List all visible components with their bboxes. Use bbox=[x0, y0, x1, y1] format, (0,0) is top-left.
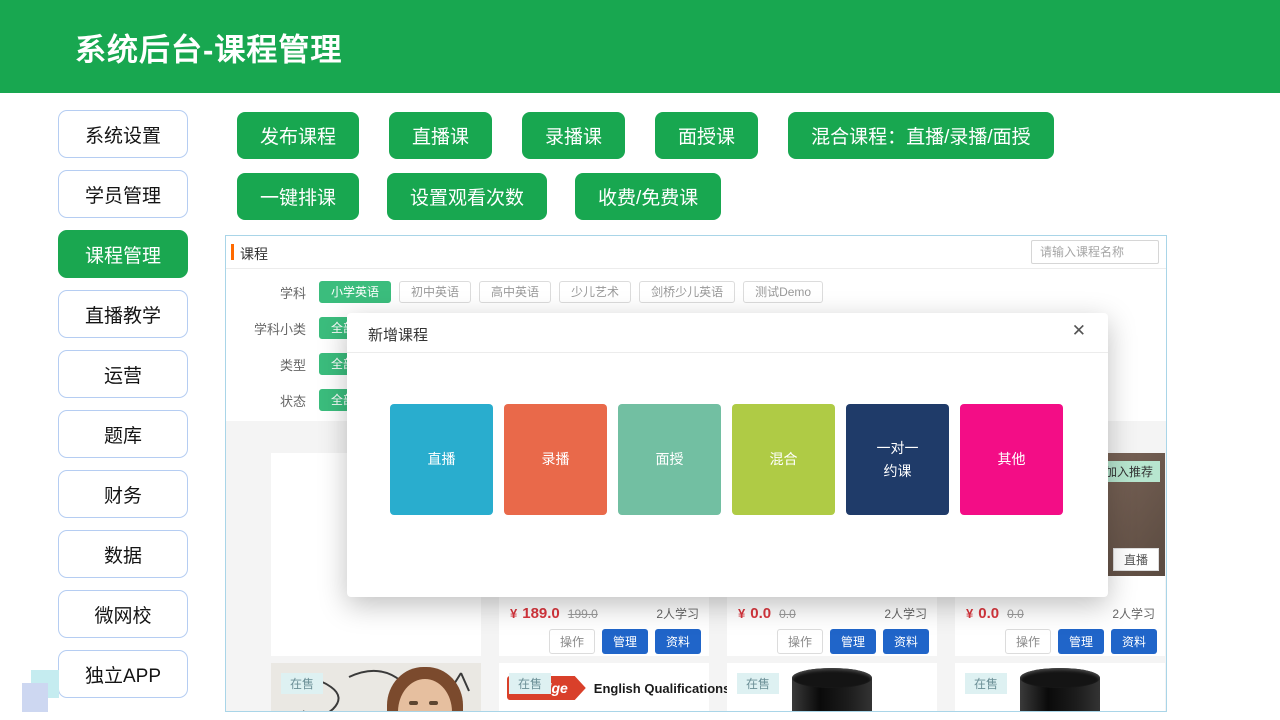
sidebar-item-question-bank[interactable]: 题库 bbox=[58, 410, 188, 458]
filter-status-label: 状态 bbox=[226, 391, 306, 410]
sidebar-item-student-management[interactable]: 学员管理 bbox=[58, 170, 188, 218]
course-search-input[interactable] bbox=[1031, 240, 1159, 264]
publish-course-button[interactable]: 发布课程 bbox=[237, 112, 359, 159]
price-row: ¥ 189.0 199.0 2人学习 bbox=[510, 605, 699, 622]
filter-tag-primary-english[interactable]: 小学英语 bbox=[319, 281, 391, 303]
sidebar-item-micro-school[interactable]: 微网校 bbox=[58, 590, 188, 638]
paid-free-course-button[interactable]: 收费/免费课 bbox=[575, 173, 721, 220]
course-price: 189.0 bbox=[522, 605, 560, 622]
filter-tag-test-demo[interactable]: 测试Demo bbox=[743, 281, 823, 303]
filter-tag-junior-english[interactable]: 初中英语 bbox=[399, 281, 471, 303]
eye-graphic bbox=[429, 701, 438, 705]
corner-decoration bbox=[22, 670, 64, 715]
manage-button[interactable]: 管理 bbox=[1058, 629, 1104, 654]
page-title: 系统后台-课程管理 bbox=[75, 24, 342, 69]
course-type-cards: 直播 录播 面授 混合 一对一 约课 其他 bbox=[390, 404, 1063, 515]
course-original-price: 0.0 bbox=[779, 607, 796, 621]
course-type-mixed[interactable]: 混合 bbox=[732, 404, 835, 515]
students-count: 2人学习 bbox=[1112, 605, 1155, 622]
sidebar-item-course-management[interactable]: 课程管理 bbox=[58, 230, 188, 278]
on-sale-badge: 在售 bbox=[509, 673, 551, 694]
live-course-button[interactable]: 直播课 bbox=[389, 112, 492, 159]
page: 系统后台-课程管理 系统设置 学员管理 课程管理 直播教学 运营 题库 财务 数… bbox=[0, 0, 1280, 720]
manage-button[interactable]: 管理 bbox=[830, 629, 876, 654]
sidebar-item-finance[interactable]: 财务 bbox=[58, 470, 188, 518]
material-button[interactable]: 资料 bbox=[883, 629, 929, 654]
operate-button[interactable]: 操作 bbox=[777, 629, 823, 654]
mixed-course-button[interactable]: 混合课程：直播/录播/面授 bbox=[788, 112, 1054, 159]
course-original-price: 0.0 bbox=[1007, 607, 1024, 621]
modal-title: 新增课程 bbox=[368, 324, 428, 345]
course-panel-title: 课程 bbox=[240, 244, 268, 264]
card-actions: 操作 管理 资料 bbox=[1005, 629, 1157, 654]
accent-bar bbox=[231, 244, 234, 260]
material-button[interactable]: 资料 bbox=[655, 629, 701, 654]
cylinder-top-graphic bbox=[792, 668, 872, 688]
course-price: 0.0 bbox=[978, 605, 999, 622]
eye-graphic bbox=[409, 701, 418, 705]
filter-tag-senior-english[interactable]: 高中英语 bbox=[479, 281, 551, 303]
on-sale-badge: 在售 bbox=[965, 673, 1007, 694]
quick-actions-row1: 发布课程 直播课 录播课 面授课 混合课程：直播/录播/面授 bbox=[237, 112, 1054, 159]
live-type-badge: 直播 bbox=[1113, 548, 1159, 571]
cylinder-top-graphic bbox=[1020, 668, 1100, 688]
modal-header: 新增课程 ✕ bbox=[347, 313, 1108, 353]
decoration-square-blue bbox=[22, 683, 48, 712]
price-row: ¥ 0.0 0.0 2人学习 bbox=[966, 605, 1155, 622]
operate-button[interactable]: 操作 bbox=[1005, 629, 1051, 654]
product-photo bbox=[792, 668, 872, 712]
filter-subject: 学科 小学英语 初中英语 高中英语 少儿艺术 剑桥少儿英语 测试Demo bbox=[226, 281, 1166, 303]
course-type-other[interactable]: 其他 bbox=[960, 404, 1063, 515]
currency-symbol: ¥ bbox=[966, 606, 973, 621]
one-click-schedule-button[interactable]: 一键排课 bbox=[237, 173, 359, 220]
page-header: 系统后台-课程管理 bbox=[0, 0, 1280, 93]
product-photo bbox=[1020, 668, 1100, 712]
close-icon[interactable]: ✕ bbox=[1072, 321, 1086, 341]
filter-subcategory-label: 学科小类 bbox=[226, 319, 306, 338]
course-type-offline[interactable]: 面授 bbox=[618, 404, 721, 515]
course-type-recorded[interactable]: 录播 bbox=[504, 404, 607, 515]
add-course-modal: 新增课程 ✕ 直播 录播 面授 混合 一对一 约课 其他 bbox=[347, 313, 1108, 597]
filter-tag-cambridge-kids-english[interactable]: 剑桥少儿英语 bbox=[639, 281, 735, 303]
on-sale-badge: 在售 bbox=[281, 673, 323, 694]
price-row: ¥ 0.0 0.0 2人学习 bbox=[738, 605, 927, 622]
filter-subject-label: 学科 bbox=[226, 283, 306, 302]
course-original-price: 199.0 bbox=[568, 607, 598, 621]
card-actions: 操作 管理 资料 bbox=[549, 629, 701, 654]
course-card[interactable]: 在售 bbox=[727, 663, 937, 712]
sidebar: 系统设置 学员管理 课程管理 直播教学 运营 题库 财务 数据 微网校 独立AP… bbox=[58, 110, 188, 698]
currency-symbol: ¥ bbox=[738, 606, 745, 621]
sidebar-item-operations[interactable]: 运营 bbox=[58, 350, 188, 398]
course-card[interactable]: 在售 bbox=[955, 663, 1165, 712]
filter-tag-kids-art[interactable]: 少儿艺术 bbox=[559, 281, 631, 303]
sidebar-item-data[interactable]: 数据 bbox=[58, 530, 188, 578]
course-type-one-on-one[interactable]: 一对一 约课 bbox=[846, 404, 949, 515]
sidebar-item-live-teaching[interactable]: 直播教学 bbox=[58, 290, 188, 338]
currency-symbol: ¥ bbox=[510, 606, 517, 621]
offline-course-button[interactable]: 面授课 bbox=[655, 112, 758, 159]
course-panel-header: 课程 bbox=[226, 236, 1166, 269]
sidebar-item-system-settings[interactable]: 系统设置 bbox=[58, 110, 188, 158]
recorded-course-button[interactable]: 录播课 bbox=[522, 112, 625, 159]
card-actions: 操作 管理 资料 bbox=[777, 629, 929, 654]
students-count: 2人学习 bbox=[884, 605, 927, 622]
on-sale-badge: 在售 bbox=[737, 673, 779, 694]
view-count-settings-button[interactable]: 设置观看次数 bbox=[387, 173, 547, 220]
quick-actions-row2: 一键排课 设置观看次数 收费/免费课 bbox=[237, 173, 721, 220]
course-card[interactable]: 在售 bridge English Qualifications bbox=[499, 663, 709, 712]
sidebar-item-standalone-app[interactable]: 独立APP bbox=[58, 650, 188, 698]
students-count: 2人学习 bbox=[656, 605, 699, 622]
cambridge-logo-caption: English Qualifications bbox=[594, 681, 731, 696]
manage-button[interactable]: 管理 bbox=[602, 629, 648, 654]
filter-type-label: 类型 bbox=[226, 355, 306, 374]
operate-button[interactable]: 操作 bbox=[549, 629, 595, 654]
course-price: 0.0 bbox=[750, 605, 771, 622]
material-button[interactable]: 资料 bbox=[1111, 629, 1157, 654]
course-type-live[interactable]: 直播 bbox=[390, 404, 493, 515]
course-card[interactable]: 在售 bbox=[271, 663, 481, 712]
